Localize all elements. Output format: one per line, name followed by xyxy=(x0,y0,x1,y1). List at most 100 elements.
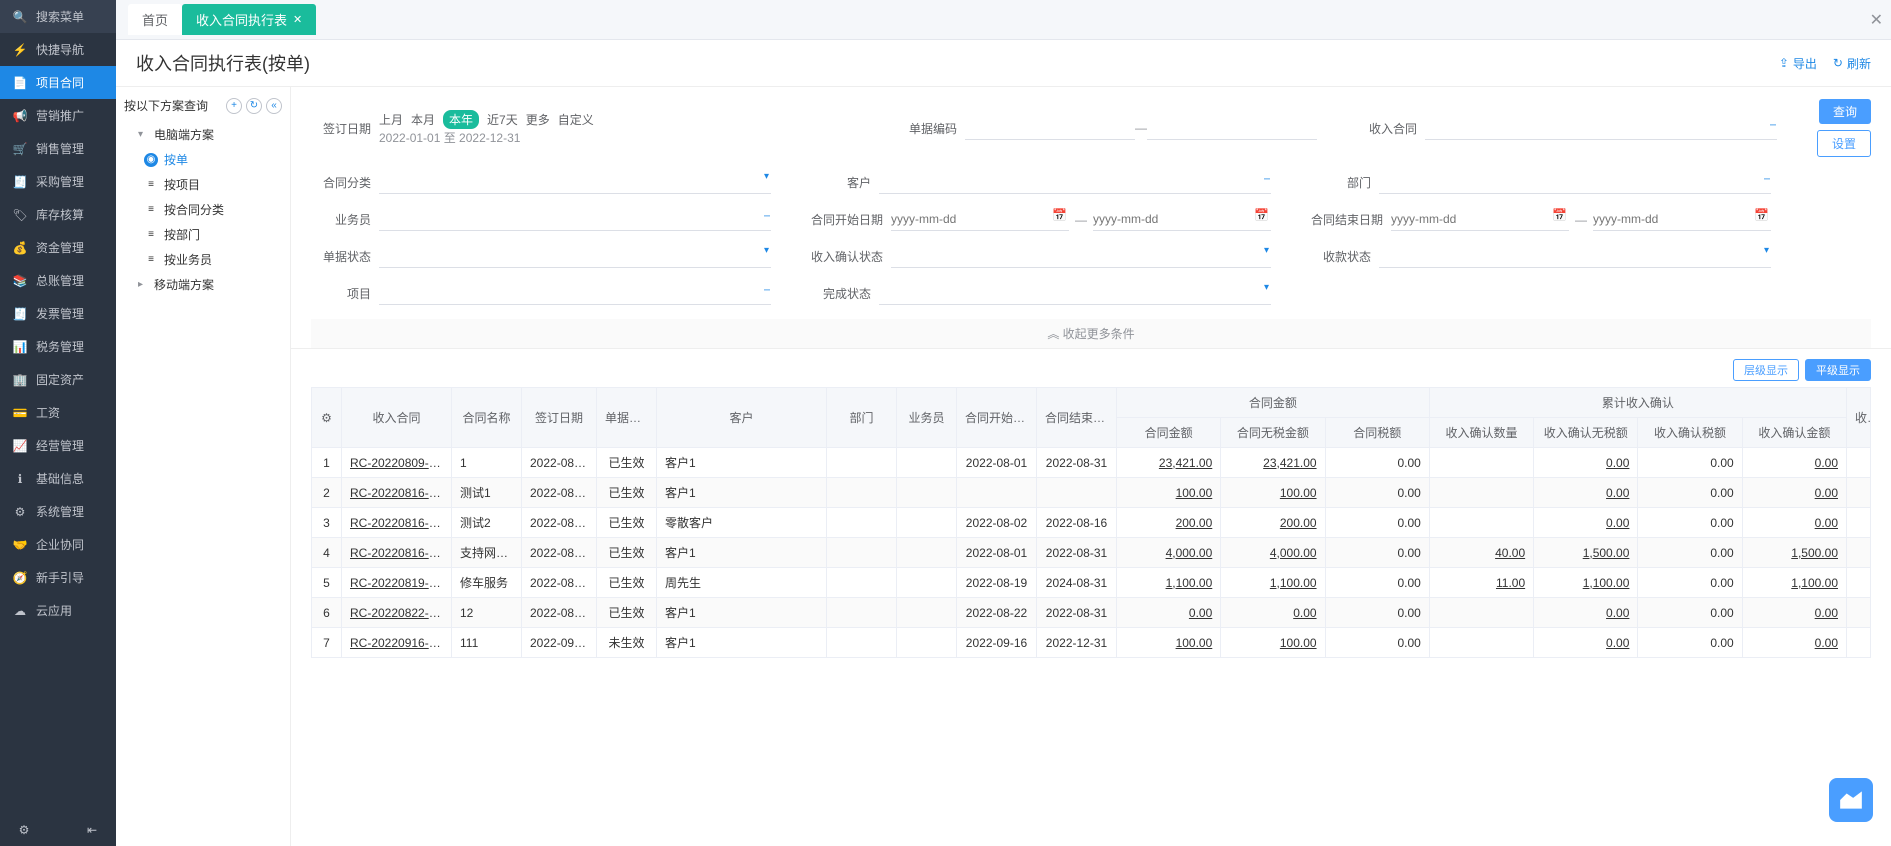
calendar-icon[interactable]: 📅 xyxy=(1052,208,1067,222)
sidebar-item-2[interactable]: 📄项目合同 xyxy=(0,66,116,99)
amt-notax-link[interactable]: 100.00 xyxy=(1280,636,1317,650)
sidebar-item-15[interactable]: ⚙系统管理 xyxy=(0,495,116,528)
tree-leaf-2[interactable]: ≡按合同分类 xyxy=(144,197,282,222)
more-icon[interactable]: ··· xyxy=(763,208,769,222)
settings-icon[interactable]: ⚙ xyxy=(16,822,32,838)
amt-notax-link[interactable]: 23,421.00 xyxy=(1263,456,1316,470)
date-chip-1[interactable]: 本月 xyxy=(411,111,435,128)
tree-leaf-3[interactable]: ≡按部门 xyxy=(144,222,282,247)
amt-link[interactable]: 100.00 xyxy=(1176,486,1213,500)
customer-input[interactable] xyxy=(879,171,1034,193)
more-icon[interactable]: ··· xyxy=(1763,171,1769,185)
amt-notax-link[interactable]: 200.00 xyxy=(1280,516,1317,530)
salesman-input[interactable] xyxy=(379,208,534,230)
export-button[interactable]: ⇪导出 xyxy=(1779,55,1817,72)
amt-notax-link[interactable]: 100.00 xyxy=(1280,486,1317,500)
date-chip-0[interactable]: 上月 xyxy=(379,111,403,128)
sidebar-item-16[interactable]: 🤝企业协同 xyxy=(0,528,116,561)
doc-status-select[interactable] xyxy=(379,245,534,267)
query-button[interactable]: 查询 xyxy=(1819,99,1871,124)
tree-leaf-1[interactable]: ≡按项目 xyxy=(144,172,282,197)
income-contract-input[interactable] xyxy=(1425,117,1580,139)
date-chip-3[interactable]: 近7天 xyxy=(487,111,518,128)
calendar-icon[interactable]: 📅 xyxy=(1254,208,1269,222)
contract-link[interactable]: RC-20220819-001 xyxy=(350,576,449,590)
end-date-to[interactable] xyxy=(1593,208,1748,230)
tree-node-desktop[interactable]: ▾电脑端方案 xyxy=(124,122,282,147)
more-icon[interactable]: ··· xyxy=(1769,117,1775,131)
contract-link[interactable]: RC-20220816-002 xyxy=(350,516,449,530)
toggle-level-view[interactable]: 层级显示 xyxy=(1733,359,1799,381)
finish-status-select[interactable] xyxy=(879,282,1034,304)
amt-link[interactable]: 4,000.00 xyxy=(1166,546,1213,560)
sidebar-item-17[interactable]: 🧭新手引导 xyxy=(0,561,116,594)
assistant-icon[interactable] xyxy=(1829,778,1873,822)
doc-no-input-to[interactable] xyxy=(1147,117,1317,140)
amt-link[interactable]: 23,421.00 xyxy=(1159,456,1212,470)
sidebar-item-12[interactable]: 💳工资 xyxy=(0,396,116,429)
refresh-scheme-icon[interactable]: ↻ xyxy=(246,98,262,114)
sidebar-item-3[interactable]: 📢营销推广 xyxy=(0,99,116,132)
contract-cat-select[interactable] xyxy=(379,171,534,193)
chevron-down-icon[interactable]: ▾ xyxy=(1764,245,1769,256)
confirm-notax-link[interactable]: 0.00 xyxy=(1606,486,1629,500)
chevron-down-icon[interactable]: ▾ xyxy=(764,245,769,256)
start-date-to[interactable] xyxy=(1093,208,1248,230)
close-all-icon[interactable]: ✕ xyxy=(1870,10,1883,30)
add-scheme-icon[interactable]: + xyxy=(226,98,242,114)
amt-link[interactable]: 1,100.00 xyxy=(1166,576,1213,590)
confirm-notax-link[interactable]: 0.00 xyxy=(1606,606,1629,620)
start-date-from[interactable] xyxy=(891,208,1046,230)
sidebar-item-1[interactable]: ⚡快捷导航 xyxy=(0,33,116,66)
confirm-amt-link[interactable]: 0.00 xyxy=(1815,516,1838,530)
calendar-icon[interactable]: 📅 xyxy=(1754,208,1769,222)
project-input[interactable] xyxy=(379,282,534,304)
amt-link[interactable]: 0.00 xyxy=(1189,606,1212,620)
tree-leaf-0[interactable]: ◉按单 xyxy=(144,147,282,172)
sidebar-item-6[interactable]: 🏷库存核算 xyxy=(0,198,116,231)
refresh-button[interactable]: ↻刷新 xyxy=(1833,55,1871,72)
collapse-filters-button[interactable]: ︽ 收起更多条件 xyxy=(311,319,1871,348)
tab-active[interactable]: 收入合同执行表 ✕ xyxy=(182,4,316,35)
confirm-amt-link[interactable]: 0.00 xyxy=(1815,486,1838,500)
sidebar-item-10[interactable]: 📊税务管理 xyxy=(0,330,116,363)
confirm-amt-link[interactable]: 0.00 xyxy=(1815,456,1838,470)
amt-notax-link[interactable]: 0.00 xyxy=(1293,606,1316,620)
sidebar-item-9[interactable]: 🧾发票管理 xyxy=(0,297,116,330)
sidebar-item-14[interactable]: ℹ基础信息 xyxy=(0,462,116,495)
confirm-notax-link[interactable]: 0.00 xyxy=(1606,516,1629,530)
amt-link[interactable]: 100.00 xyxy=(1176,636,1213,650)
tree-leaf-4[interactable]: ≡按业务员 xyxy=(144,247,282,272)
tab-home[interactable]: 首页 xyxy=(128,4,182,35)
collapse-scheme-icon[interactable]: « xyxy=(266,98,282,114)
confirm-amt-link[interactable]: 0.00 xyxy=(1815,636,1838,650)
contract-link[interactable]: RC-20220822-001 xyxy=(350,606,449,620)
confirm-status-select[interactable] xyxy=(891,245,1046,267)
chevron-down-icon[interactable]: ▾ xyxy=(764,171,769,182)
more-icon[interactable]: ··· xyxy=(763,282,769,296)
sidebar-item-5[interactable]: 🧾采购管理 xyxy=(0,165,116,198)
sidebar-item-8[interactable]: 📚总账管理 xyxy=(0,264,116,297)
more-icon[interactable]: ··· xyxy=(1263,171,1269,185)
confirm-notax-link[interactable]: 1,500.00 xyxy=(1583,546,1630,560)
close-icon[interactable]: ✕ xyxy=(293,13,302,26)
settings-button[interactable]: 设置 xyxy=(1817,130,1871,157)
amt-notax-link[interactable]: 1,100.00 xyxy=(1270,576,1317,590)
contract-link[interactable]: RC-20220916-001 xyxy=(350,636,449,650)
collapse-sidebar-icon[interactable]: ⇤ xyxy=(84,822,100,838)
end-date-from[interactable] xyxy=(1391,208,1546,230)
sidebar-item-7[interactable]: 💰资金管理 xyxy=(0,231,116,264)
date-chip-5[interactable]: 自定义 xyxy=(558,111,594,128)
contract-link[interactable]: RC-20220809-001 xyxy=(350,456,449,470)
date-chip-2[interactable]: 本年 xyxy=(443,110,479,129)
sidebar-item-18[interactable]: ☁云应用 xyxy=(0,594,116,627)
contract-link[interactable]: RC-20220816-001 xyxy=(350,486,449,500)
tree-node-mobile[interactable]: ▸移动端方案 xyxy=(124,272,282,297)
confirm-notax-link[interactable]: 1,100.00 xyxy=(1583,576,1630,590)
date-chip-4[interactable]: 更多 xyxy=(526,111,550,128)
contract-link[interactable]: RC-20220816-003 xyxy=(350,546,449,560)
confirm-notax-link[interactable]: 0.00 xyxy=(1606,636,1629,650)
gear-icon[interactable]: ⚙ xyxy=(312,388,342,448)
confirm-amt-link[interactable]: 1,500.00 xyxy=(1791,546,1838,560)
chevron-down-icon[interactable]: ▾ xyxy=(1264,245,1269,256)
